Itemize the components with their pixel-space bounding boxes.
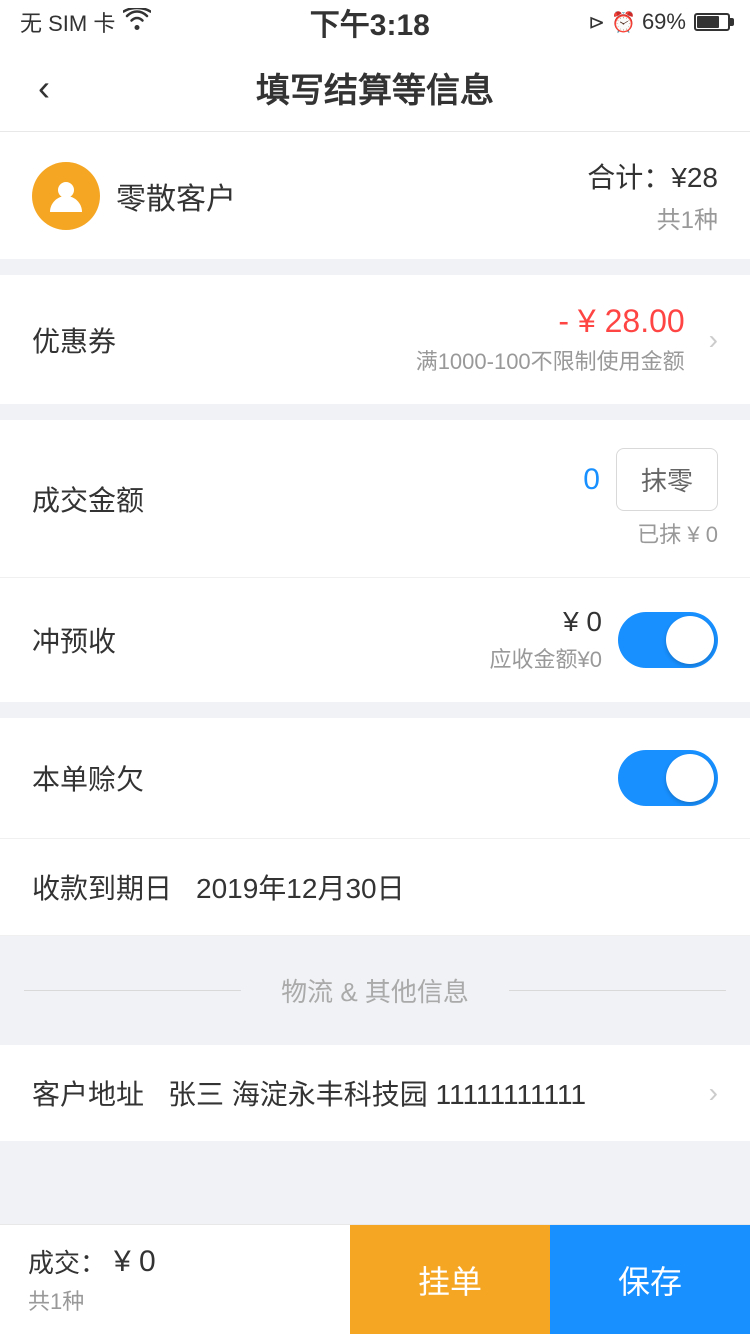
customer-section: 零散客户 合计：¥28 共1种	[0, 132, 750, 259]
deal-amount-value-group: 0 抹零 已抹 ¥ 0	[583, 448, 718, 549]
address-section: 客户地址 张三 海淀永丰科技园 11111111111 ›	[0, 1045, 750, 1141]
customer-right: 合计：¥28 共1种	[587, 156, 718, 235]
credit-row: 本单赊欠	[0, 718, 750, 839]
coupon-discount: - ¥ 28.00 满1000-100不限制使用金额	[416, 303, 685, 376]
customer-name: 零散客户	[116, 174, 236, 218]
user-icon	[46, 176, 86, 216]
due-date-value: 2019年12月30日	[196, 867, 405, 907]
alarm-icon: ⏰	[611, 10, 636, 35]
receivable-info: 应收金额¥0	[490, 642, 603, 674]
due-date-label: 收款到期日	[32, 867, 172, 907]
battery-percent: 69%	[642, 9, 686, 35]
divider-right	[509, 990, 726, 991]
bottom-summary: 成交： ¥ 0 共1种	[0, 1243, 350, 1316]
chevron-right-icon: ›	[709, 324, 718, 356]
deal-amount-value: 0	[583, 463, 600, 497]
total-count: 共1种	[587, 200, 718, 235]
bottom-deal-label: 成交：	[28, 1243, 106, 1280]
customer-avatar	[32, 162, 100, 230]
wifi-icon	[123, 8, 151, 36]
page-title: 填写结算等信息	[256, 63, 494, 112]
hold-button[interactable]: 挂单	[350, 1225, 550, 1334]
credit-toggle[interactable]	[618, 750, 718, 806]
deal-amount-right: 0 抹零 已抹 ¥ 0	[144, 448, 718, 549]
address-label: 客户地址	[32, 1073, 144, 1113]
prepayment-row: 冲预收 ¥ 0 应收金额¥0	[0, 578, 750, 702]
due-date-row: 收款到期日 2019年12月30日	[0, 839, 750, 936]
coupon-label: 优惠券	[32, 320, 116, 360]
status-time: 下午3:18	[310, 0, 430, 44]
coupon-row[interactable]: 优惠券 - ¥ 28.00 满1000-100不限制使用金额 ›	[0, 275, 750, 404]
coupon-section: 优惠券 - ¥ 28.00 满1000-100不限制使用金额 ›	[0, 275, 750, 404]
battery-icon	[694, 13, 730, 31]
prepayment-value-group: ¥ 0 应收金额¥0	[490, 606, 603, 674]
round-zero-button[interactable]: 抹零	[616, 448, 718, 511]
deal-amount-row: 成交金额 0 抹零 已抹 ¥ 0	[0, 420, 750, 578]
address-value: 张三 海淀永丰科技园 11111111111	[168, 1073, 701, 1113]
coupon-amount: - ¥ 28.00	[416, 303, 685, 340]
nav-bar: ‹ 填写结算等信息	[0, 44, 750, 132]
bottom-bar: 成交： ¥ 0 共1种 挂单 保存	[0, 1224, 750, 1334]
charge-section: 成交金额 0 抹零 已抹 ¥ 0 冲预收 ¥ 0	[0, 420, 750, 702]
prepayment-right: ¥ 0 应收金额¥0	[116, 606, 718, 674]
address-row[interactable]: 客户地址 张三 海淀永丰科技园 11111111111 ›	[0, 1045, 750, 1141]
credit-section: 本单赊欠 收款到期日 2019年12月30日	[0, 718, 750, 936]
back-button[interactable]: ‹	[28, 57, 60, 119]
credit-label: 本单赊欠	[32, 758, 144, 798]
customer-left: 零散客户	[32, 162, 236, 230]
bottom-deal-amount: ¥ 0	[114, 1245, 156, 1279]
divider-left	[24, 990, 241, 991]
status-right: ⊳ ⏰ 69%	[588, 9, 730, 35]
credit-right	[144, 750, 718, 806]
total-amount: 合计：¥28	[587, 156, 718, 196]
logistics-section: 物流 & 其他信息	[0, 952, 750, 1029]
coupon-desc: 满1000-100不限制使用金额	[416, 344, 685, 376]
status-bar: 无 SIM 卡 下午3:18 ⊳ ⏰ 69%	[0, 0, 750, 44]
content-area: 零散客户 合计：¥28 共1种 优惠券 - ¥ 28.00 满1000-100不…	[0, 132, 750, 1277]
bottom-count: 共1种	[28, 1284, 322, 1316]
deal-amount-label: 成交金额	[32, 479, 144, 519]
credit-toggle-knob	[666, 754, 714, 802]
rounded-info: 已抹 ¥ 0	[583, 517, 718, 549]
save-button[interactable]: 保存	[550, 1225, 750, 1334]
bottom-deal-row: 成交： ¥ 0	[28, 1243, 322, 1280]
logistics-label: 物流 & 其他信息	[281, 972, 469, 1009]
prepayment-label: 冲预收	[32, 620, 116, 660]
location-icon: ⊳	[588, 10, 605, 35]
no-sim-text: 无 SIM 卡	[20, 6, 115, 38]
status-left: 无 SIM 卡	[20, 6, 151, 38]
coupon-right: - ¥ 28.00 满1000-100不限制使用金额 ›	[116, 303, 718, 376]
address-chevron-icon: ›	[709, 1077, 718, 1109]
prepayment-value: ¥ 0	[563, 606, 602, 637]
toggle-knob	[666, 616, 714, 664]
prepayment-toggle[interactable]	[618, 612, 718, 668]
